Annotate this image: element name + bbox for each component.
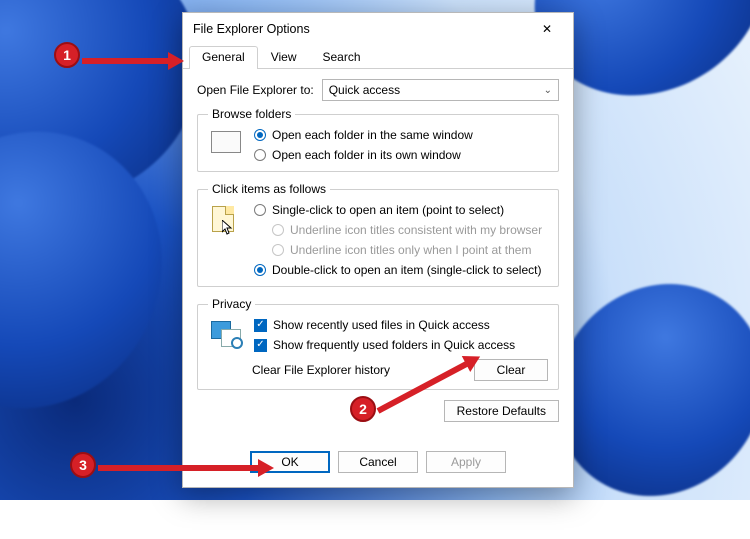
check-frequent-folders[interactable]: Show frequently used folders in Quick ac…: [254, 337, 548, 353]
file-explorer-options-dialog: File Explorer Options General View Searc…: [182, 12, 574, 488]
privacy-legend: Privacy: [208, 297, 255, 311]
open-to-value: Quick access: [329, 83, 400, 97]
chevron-down-icon: ⌄: [544, 85, 552, 96]
annotation-badge-2: 2: [350, 396, 376, 422]
radio-single-click[interactable]: Single-click to open an item (point to s…: [254, 202, 548, 218]
radio-same-window[interactable]: Open each folder in the same window: [254, 127, 548, 143]
radio-double-click[interactable]: Double-click to open an item (single-cli…: [254, 262, 548, 278]
click-items-legend: Click items as follows: [208, 182, 330, 196]
tab-view[interactable]: View: [258, 46, 310, 69]
close-button[interactable]: [527, 15, 567, 43]
folder-window-icon: [208, 127, 244, 163]
tab-panel-general: Open File Explorer to: Quick access ⌄ Br…: [183, 69, 573, 445]
annotation-arrow-1: [82, 58, 168, 64]
radio-own-window[interactable]: Open each folder in its own window: [254, 147, 548, 163]
restore-defaults-button[interactable]: Restore Defaults: [444, 400, 559, 422]
click-items-group: Click items as follows Single-click to o…: [197, 182, 559, 287]
clear-history-label: Clear File Explorer history: [252, 363, 464, 377]
pointer-file-icon: [208, 202, 244, 278]
tab-search[interactable]: Search: [310, 46, 374, 69]
open-to-dropdown[interactable]: Quick access ⌄: [322, 79, 559, 101]
radio-underline-point: Underline icon titles only when I point …: [272, 242, 548, 258]
cancel-button[interactable]: Cancel: [338, 451, 418, 473]
check-recent-files[interactable]: Show recently used files in Quick access: [254, 317, 548, 333]
tab-general[interactable]: General: [189, 46, 258, 69]
annotation-badge-1: 1: [54, 42, 80, 68]
tab-bar: General View Search: [183, 45, 573, 69]
privacy-history-icon: [208, 317, 244, 353]
annotation-arrow-3: [98, 465, 258, 471]
clear-button[interactable]: Clear: [474, 359, 548, 381]
radio-underline-browser: Underline icon titles consistent with my…: [272, 222, 548, 238]
open-to-label: Open File Explorer to:: [197, 83, 314, 97]
close-icon: [542, 22, 552, 36]
apply-button: Apply: [426, 451, 506, 473]
annotation-badge-3: 3: [70, 452, 96, 478]
window-title: File Explorer Options: [193, 22, 527, 36]
titlebar: File Explorer Options: [183, 13, 573, 45]
browse-folders-legend: Browse folders: [208, 107, 295, 121]
browse-folders-group: Browse folders Open each folder in the s…: [197, 107, 559, 172]
privacy-group: Privacy Show recently used files in Quic…: [197, 297, 559, 390]
